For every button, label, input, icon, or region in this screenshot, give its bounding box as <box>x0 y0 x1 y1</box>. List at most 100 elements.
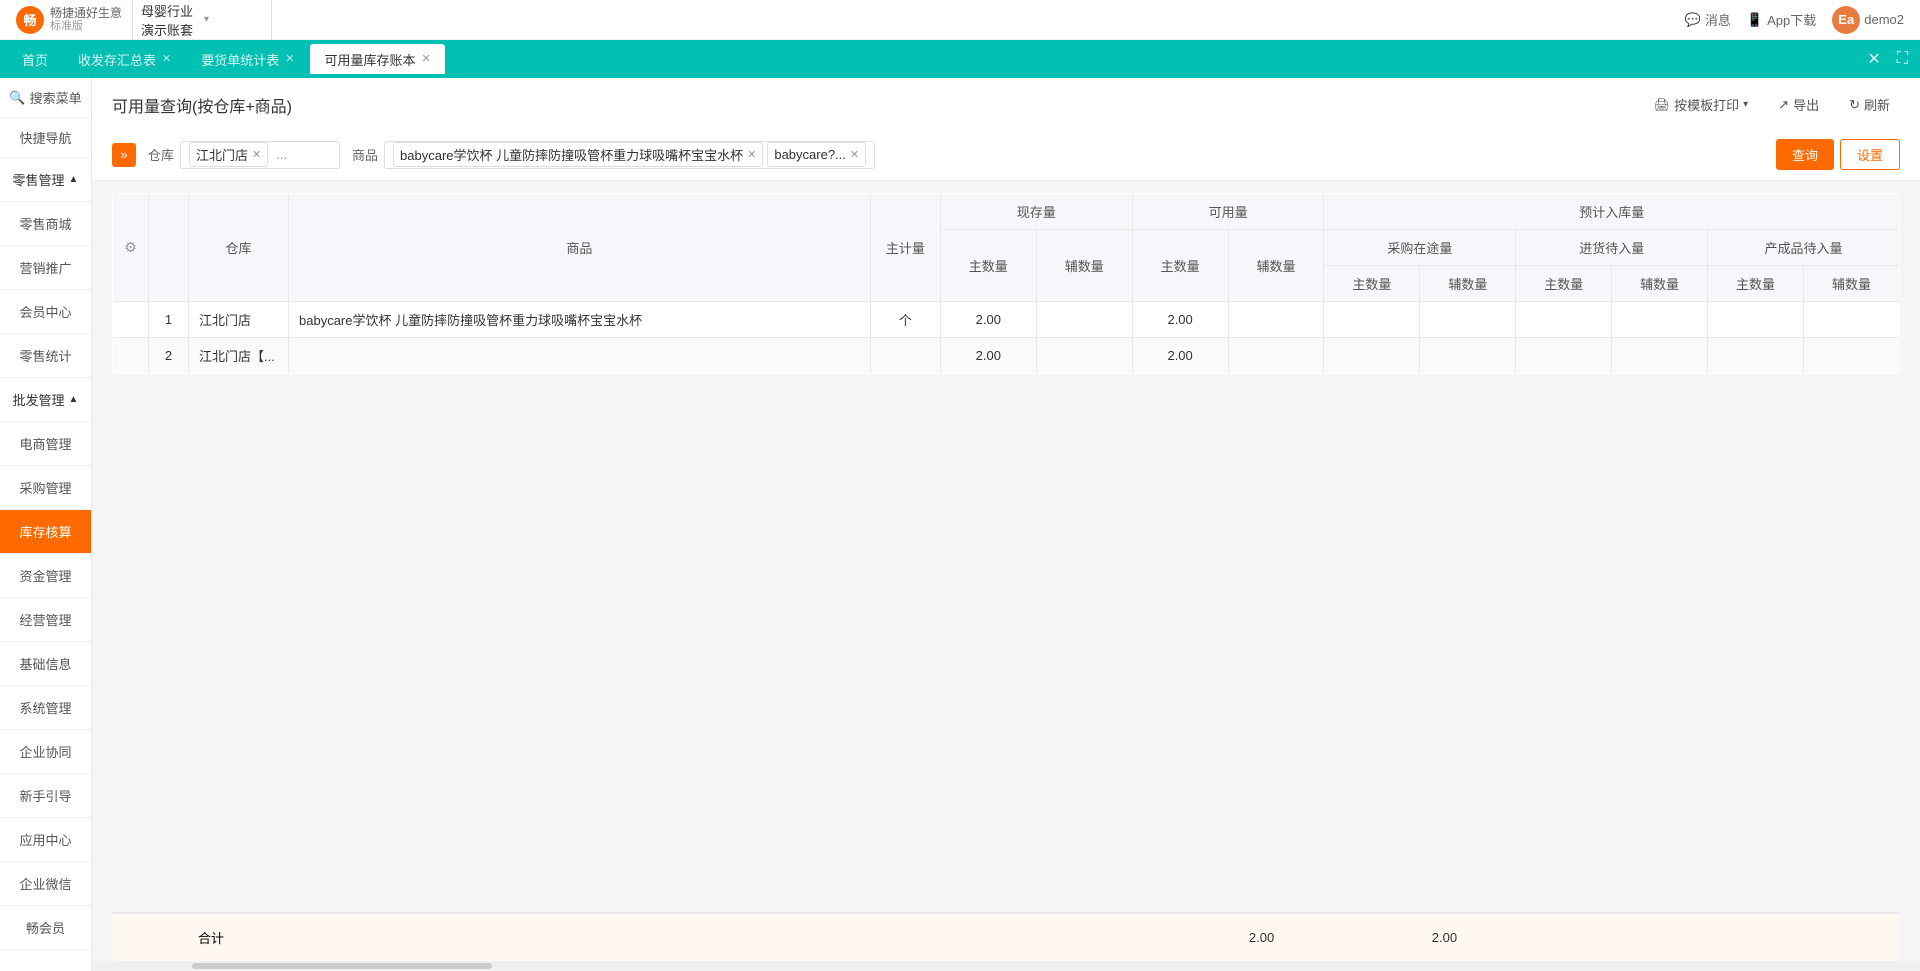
th-group-procurement: 采购在途量 <box>1324 230 1516 266</box>
page-header: 可用量查询(按仓库+商品) 🖨 按模板打印 ▾ ↗ 导出 ↻ 刷新 <box>92 78 1920 129</box>
td-proc-main <box>1324 302 1420 338</box>
message-icon: 💬 <box>1685 12 1701 28</box>
footer-avail-main: 2.00 <box>1381 922 1508 953</box>
close-all-icon[interactable]: ✕ <box>1863 47 1884 71</box>
tab-home[interactable]: 首页 <box>8 44 62 74</box>
sidebar-item-retail-mgmt[interactable]: 零售管理 ▲ <box>0 158 91 202</box>
th-inc-sub: 辅数量 <box>1612 266 1708 302</box>
sidebar-item-finance[interactable]: 资金管理 <box>0 554 91 598</box>
td-settings <box>113 302 149 338</box>
th-group-incoming2: 进货待入量 <box>1516 230 1708 266</box>
td-prod-sub2 <box>1804 338 1900 374</box>
td-prod-main <box>1708 302 1804 338</box>
settings-button[interactable]: 设置 <box>1840 139 1900 170</box>
td-inc-sub2 <box>1612 338 1708 374</box>
print-icon: 🖨 <box>1654 97 1671 113</box>
search-icon: 🔍 <box>9 90 25 106</box>
sidebar-quick-nav[interactable]: 快捷导航 <box>0 118 91 158</box>
th-inc-main: 主数量 <box>1516 266 1612 302</box>
print-btn[interactable]: 🖨 按模板打印 ▾ <box>1644 90 1759 119</box>
td-stock-sub <box>1036 302 1132 338</box>
th-settings: ⚙ <box>113 194 149 302</box>
refresh-icon: ↻ <box>1849 97 1860 113</box>
th-prod-sub: 辅数量 <box>1804 266 1900 302</box>
sidebar-item-enterprise[interactable]: 企业协同 <box>0 730 91 774</box>
sidebar-item-member-center[interactable]: 会员中心 <box>0 290 91 334</box>
top-bar-right: 💬 消息 📱 App下载 Ea demo2 <box>1685 6 1904 34</box>
td-warehouse2: 江北门店【... <box>189 338 289 374</box>
industry-selector[interactable]: 母婴行业演示账套 ▾ <box>132 0 272 43</box>
maximize-icon[interactable]: ⛶ <box>1893 48 1912 70</box>
warehouse-input[interactable]: 江北门店 ✕ ... <box>180 141 340 169</box>
user-profile[interactable]: Ea demo2 <box>1832 6 1904 34</box>
td-warehouse: 江北门店 <box>189 302 289 338</box>
td-proc-main2 <box>1324 338 1420 374</box>
sidebar-item-member[interactable]: 畅会员 <box>0 906 91 950</box>
sidebar-item-purchase[interactable]: 采购管理 <box>0 466 91 510</box>
chevron-up-icon: ▲ <box>69 174 79 185</box>
td-product: babycare学饮杯 儿童防摔防撞吸管杯重力球吸嘴杯宝宝水杯 <box>289 302 871 338</box>
tab-stock-summary[interactable]: 收发存汇总表 ✕ <box>64 44 185 74</box>
chevron-down-icon: ▾ <box>204 14 263 25</box>
warehouse-filter: 仓库 江北门店 ✕ ... <box>148 141 340 169</box>
expand-filter-btn[interactable]: » <box>112 143 136 167</box>
product-filter: 商品 babycare学饮杯 儿童防摔防撞吸管杯重力球吸嘴杯宝宝水杯 ✕ bab… <box>352 141 875 169</box>
close-icon[interactable]: ✕ <box>747 148 756 161</box>
sidebar-item-system[interactable]: 系统管理 <box>0 686 91 730</box>
td-index2: 2 <box>149 338 189 374</box>
gear-icon[interactable]: ⚙ <box>124 239 137 255</box>
th-proc-sub: 辅数量 <box>1420 266 1516 302</box>
td-avail-main: 2.00 <box>1132 302 1228 338</box>
th-avail-sub: 辅数量 <box>1228 230 1324 302</box>
table-container: ⚙ 仓库 商品 主计量 现存量 可用量 预计入库量 主数量 辅数量 主数量 <box>92 181 1920 912</box>
download-icon: 📱 <box>1747 12 1763 28</box>
avatar: Ea <box>1832 6 1860 34</box>
product-input[interactable]: babycare学饮杯 儿童防摔防撞吸管杯重力球吸嘴杯宝宝水杯 ✕ babyca… <box>384 141 875 169</box>
td-stock-sub2 <box>1036 338 1132 374</box>
sidebar-item-app-center[interactable]: 应用中心 <box>0 818 91 862</box>
th-warehouse: 仓库 <box>189 194 289 302</box>
close-icon[interactable]: ✕ <box>285 54 294 65</box>
sidebar-item-retail-stats[interactable]: 零售统计 <box>0 334 91 378</box>
page-actions: 🖨 按模板打印 ▾ ↗ 导出 ↻ 刷新 <box>1644 90 1900 119</box>
export-btn[interactable]: ↗ 导出 <box>1768 90 1829 119</box>
table-row: 1 江北门店 babycare学饮杯 儿童防摔防撞吸管杯重力球吸嘴杯宝宝水杯 个… <box>113 302 1900 338</box>
top-bar: 畅 畅捷通好生意 标准版 母婴行业演示账套 ▾ 💬 消息 📱 App下载 Ea … <box>0 0 1920 40</box>
close-icon[interactable]: ✕ <box>252 148 261 161</box>
close-icon[interactable]: ✕ <box>422 54 431 65</box>
td-avail-sub <box>1228 302 1324 338</box>
th-index <box>149 194 189 302</box>
sidebar-item-wechat[interactable]: 企业微信 <box>0 862 91 906</box>
nav-tabs: 首页 收发存汇总表 ✕ 要货单统计表 ✕ 可用量库存账本 ✕ ✕ ⛶ <box>0 40 1920 78</box>
close-icon[interactable]: ✕ <box>850 148 859 161</box>
sidebar-item-ecommerce[interactable]: 电商管理 <box>0 422 91 466</box>
th-group-stock: 现存量 <box>940 194 1132 230</box>
footer-stock-main: 2.00 <box>1198 922 1325 953</box>
sidebar-item-retail-mall[interactable]: 零售商城 <box>0 202 91 246</box>
top-bar-left: 畅 畅捷通好生意 标准版 母婴行业演示账套 ▾ <box>16 0 272 43</box>
sidebar-item-operations[interactable]: 经营管理 <box>0 598 91 642</box>
td-settings2 <box>113 338 149 374</box>
sidebar-item-basic-info[interactable]: 基础信息 <box>0 642 91 686</box>
tab-available-stock[interactable]: 可用量库存账本 ✕ <box>310 44 444 74</box>
message-btn[interactable]: 💬 消息 <box>1685 10 1731 29</box>
sidebar-item-guide[interactable]: 新手引导 <box>0 774 91 818</box>
refresh-btn[interactable]: ↻ 刷新 <box>1839 90 1900 119</box>
product-tag-0: babycare学饮杯 儿童防摔防撞吸管杯重力球吸嘴杯宝宝水杯 ✕ <box>393 142 763 167</box>
sidebar-search[interactable]: 🔍 搜索菜单 <box>0 78 91 118</box>
close-icon[interactable]: ✕ <box>162 54 171 65</box>
sidebar: 🔍 搜索菜单 快捷导航 零售管理 ▲ 零售商城 营销推广 会员中心 零售统计 批… <box>0 78 92 971</box>
sidebar-item-wholesale-mgmt[interactable]: 批发管理 ▲ <box>0 378 91 422</box>
td-stock-main2: 2.00 <box>940 338 1036 374</box>
tab-order-stats[interactable]: 要货单统计表 ✕ <box>187 44 308 74</box>
scroll-thumb[interactable] <box>192 963 492 969</box>
horizontal-scrollbar[interactable] <box>92 961 1920 971</box>
app-download-btn[interactable]: 📱 App下载 <box>1747 10 1816 29</box>
product-tags: babycare学饮杯 儿童防摔防撞吸管杯重力球吸嘴杯宝宝水杯 ✕ babyca… <box>393 142 866 167</box>
td-index: 1 <box>149 302 189 338</box>
th-stock-sub: 辅数量 <box>1036 230 1132 302</box>
sidebar-item-inventory[interactable]: 库存核算 <box>0 510 91 554</box>
chevron-down-icon: ▾ <box>1743 99 1748 110</box>
query-button[interactable]: 查询 <box>1776 139 1834 170</box>
sidebar-item-marketing[interactable]: 营销推广 <box>0 246 91 290</box>
